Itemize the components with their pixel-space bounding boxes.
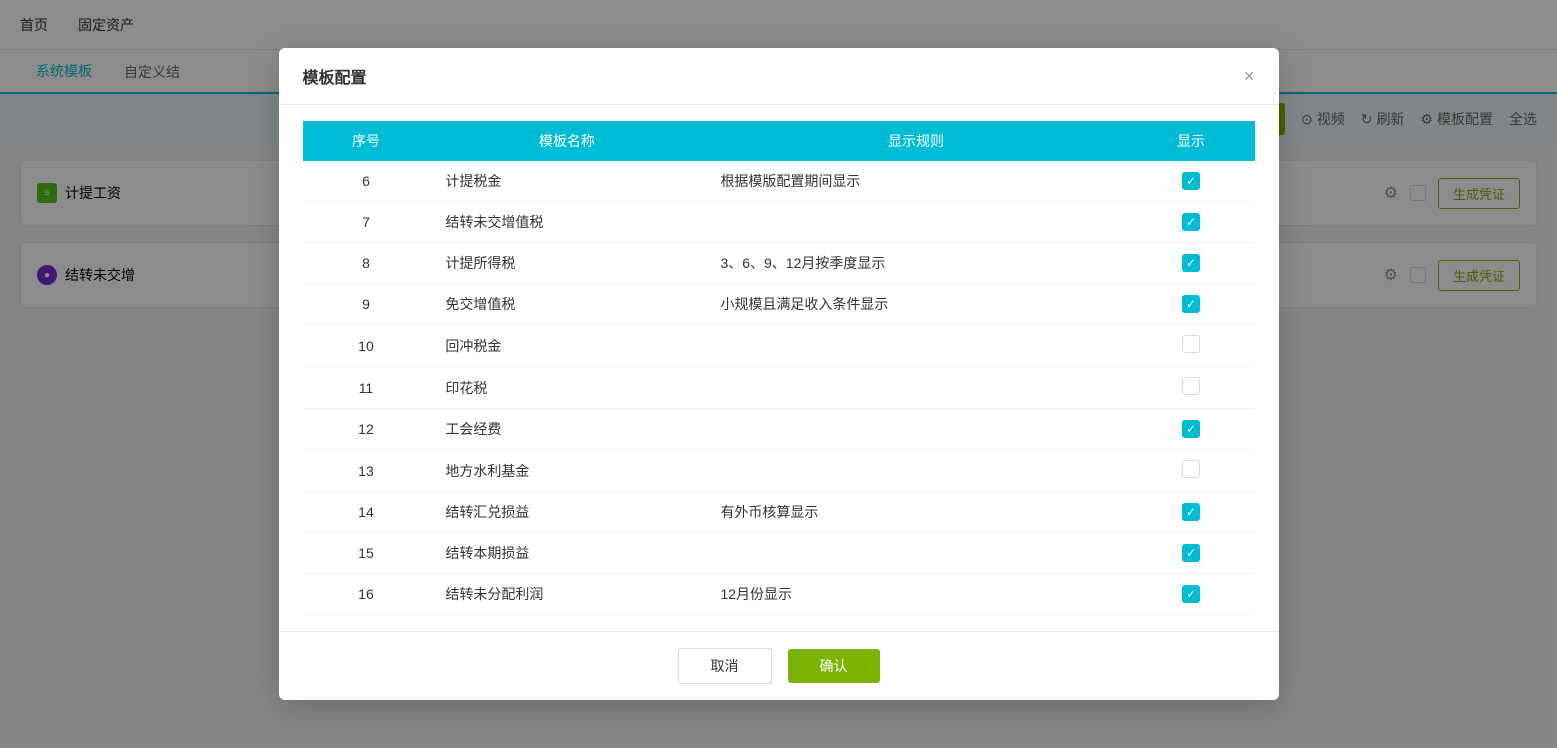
table-body: 6计提税金根据模版配置期间显示✓7结转未交增值税✓8计提所得税3、6、9、12月… [303, 161, 1255, 615]
row-name: 结转本期损益 [429, 533, 704, 574]
display-checkbox[interactable] [1182, 460, 1200, 478]
row-display: ✓ [1128, 284, 1255, 325]
table-row: 6计提税金根据模版配置期间显示 ✓ [303, 161, 1255, 202]
modal-title: 模板配置 [303, 64, 367, 88]
row-rule: 12月份显示 [704, 574, 1127, 615]
table-row: 16结转未分配利润12月份显示 ✓ [303, 574, 1255, 615]
row-name: 结转未交增值税 [429, 202, 704, 243]
row-rule: 有外币核算显示 [704, 492, 1127, 533]
th-display: 显示 [1128, 121, 1255, 161]
row-rule [704, 450, 1127, 492]
row-display: ✓ [1128, 243, 1255, 284]
row-display: ✓ [1128, 202, 1255, 243]
row-name: 地方水利基金 [429, 450, 704, 492]
row-index: 12 [303, 409, 430, 450]
table-row: 13地方水利基金 [303, 450, 1255, 492]
row-name: 计提所得税 [429, 243, 704, 284]
row-index: 8 [303, 243, 430, 284]
th-rule: 显示规则 [704, 121, 1127, 161]
table-row: 14结转汇兑损益有外币核算显示 ✓ [303, 492, 1255, 533]
table-head: 序号 模板名称 显示规则 显示 [303, 121, 1255, 161]
row-display: ✓ [1128, 492, 1255, 533]
table-header-row: 序号 模板名称 显示规则 显示 [303, 121, 1255, 161]
th-name: 模板名称 [429, 121, 704, 161]
row-name: 结转汇兑损益 [429, 492, 704, 533]
table-row: 9免交增值税小规模且满足收入条件显示 ✓ [303, 284, 1255, 325]
display-checkbox[interactable] [1182, 377, 1200, 395]
display-checkbox[interactable] [1182, 335, 1200, 353]
row-name: 结转未分配利润 [429, 574, 704, 615]
cancel-button[interactable]: 取消 [678, 648, 772, 684]
modal-close-button[interactable]: × [1244, 67, 1255, 85]
row-index: 9 [303, 284, 430, 325]
row-index: 10 [303, 325, 430, 367]
row-index: 7 [303, 202, 430, 243]
display-checkbox[interactable]: ✓ [1182, 254, 1200, 272]
row-display: ✓ [1128, 161, 1255, 202]
row-index: 11 [303, 367, 430, 409]
row-display: ✓ [1128, 574, 1255, 615]
display-checkbox[interactable]: ✓ [1182, 172, 1200, 190]
row-rule: 3、6、9、12月按季度显示 [704, 243, 1127, 284]
row-name: 计提税金 [429, 161, 704, 202]
modal-overlay: 模板配置 × 序号 模板名称 显示规则 显示 6计提税金根据模版配置期间 [0, 0, 1557, 748]
row-index: 15 [303, 533, 430, 574]
table-row: 10回冲税金 [303, 325, 1255, 367]
row-rule: 根据模版配置期间显示 [704, 161, 1127, 202]
display-checkbox[interactable]: ✓ [1182, 420, 1200, 438]
row-rule: 小规模且满足收入条件显示 [704, 284, 1127, 325]
row-index: 16 [303, 574, 430, 615]
row-display [1128, 367, 1255, 409]
row-display [1128, 325, 1255, 367]
confirm-button[interactable]: 确认 [788, 649, 880, 683]
row-name: 回冲税金 [429, 325, 704, 367]
table-row: 15结转本期损益 ✓ [303, 533, 1255, 574]
table-row: 11印花税 [303, 367, 1255, 409]
row-name: 工会经费 [429, 409, 704, 450]
display-checkbox[interactable]: ✓ [1182, 544, 1200, 562]
display-checkbox[interactable]: ✓ [1182, 213, 1200, 231]
row-rule [704, 367, 1127, 409]
modal-footer: 取消 确认 [279, 631, 1279, 700]
th-index: 序号 [303, 121, 430, 161]
row-index: 14 [303, 492, 430, 533]
table-row: 7结转未交增值税 ✓ [303, 202, 1255, 243]
row-rule [704, 202, 1127, 243]
row-name: 免交增值税 [429, 284, 704, 325]
template-config-modal: 模板配置 × 序号 模板名称 显示规则 显示 6计提税金根据模版配置期间 [279, 48, 1279, 700]
row-display [1128, 450, 1255, 492]
row-display: ✓ [1128, 533, 1255, 574]
config-table: 序号 模板名称 显示规则 显示 6计提税金根据模版配置期间显示✓7结转未交增值税… [303, 121, 1255, 615]
display-checkbox[interactable]: ✓ [1182, 503, 1200, 521]
row-rule [704, 325, 1127, 367]
row-name: 印花税 [429, 367, 704, 409]
table-row: 8计提所得税3、6、9、12月按季度显示 ✓ [303, 243, 1255, 284]
row-rule [704, 533, 1127, 574]
table-row: 12工会经费 ✓ [303, 409, 1255, 450]
display-checkbox[interactable]: ✓ [1182, 585, 1200, 603]
display-checkbox[interactable]: ✓ [1182, 295, 1200, 313]
row-rule [704, 409, 1127, 450]
background-page: 首页 固定资产 系统模板 自定义结 测算金额 ⊙ 视频 ↻ 刷新 ⚙ 模板配置 … [0, 0, 1557, 748]
modal-body: 序号 模板名称 显示规则 显示 6计提税金根据模版配置期间显示✓7结转未交增值税… [279, 105, 1279, 631]
modal-header: 模板配置 × [279, 48, 1279, 105]
row-index: 13 [303, 450, 430, 492]
row-display: ✓ [1128, 409, 1255, 450]
row-index: 6 [303, 161, 430, 202]
